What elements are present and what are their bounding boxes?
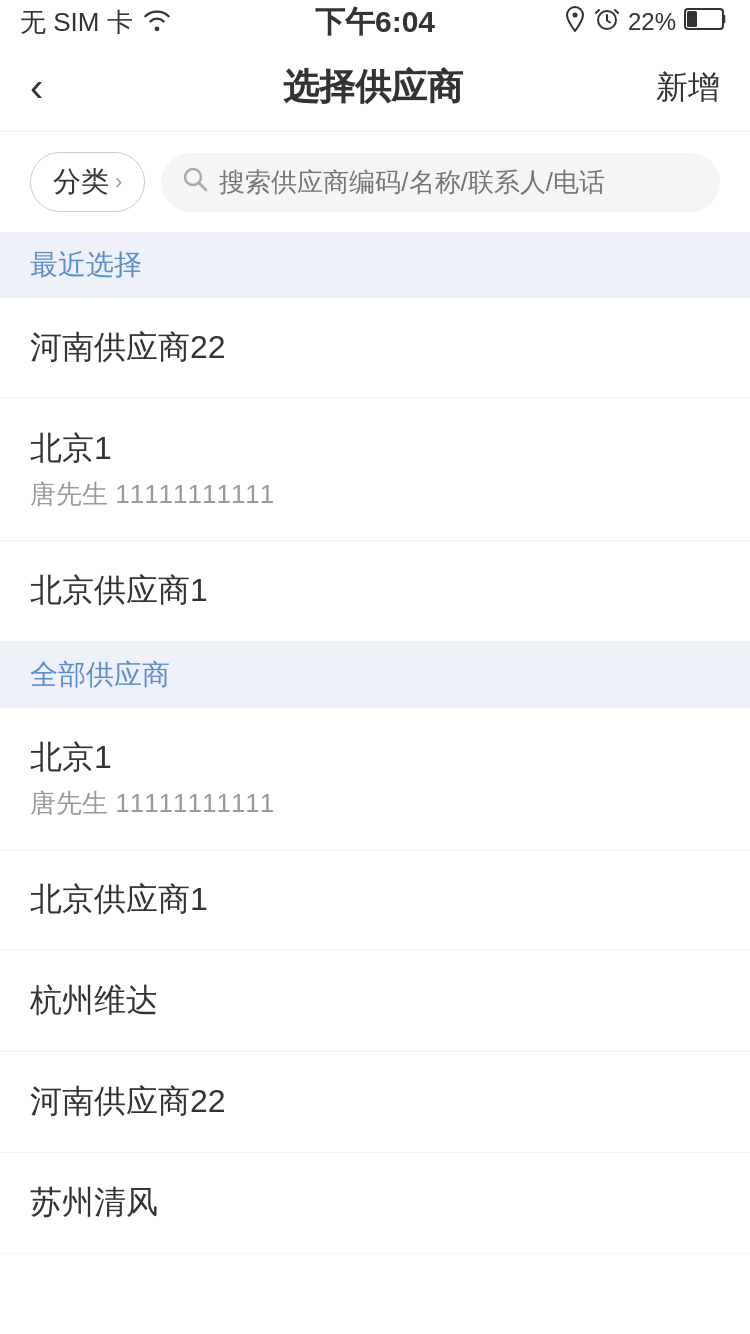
search-input[interactable] [219, 167, 700, 198]
battery-label: 22% [628, 8, 676, 36]
all-list-item[interactable]: 河南供应商22 [0, 1052, 750, 1153]
page-title: 选择供应商 [283, 63, 463, 112]
item-name: 杭州维达 [30, 979, 720, 1023]
filter-row: 分类 › [0, 132, 750, 232]
status-right: 22% [564, 6, 730, 38]
item-name: 河南供应商22 [30, 326, 720, 370]
all-section-header: 全部供应商 [0, 642, 750, 708]
all-section-label: 全部供应商 [30, 659, 170, 690]
add-button[interactable]: 新增 [656, 66, 720, 110]
nav-bar: ‹ 选择供应商 新增 [0, 44, 750, 132]
recent-list-item[interactable]: 北京供应商1 [0, 541, 750, 642]
carrier-label: 无 SIM 卡 [20, 5, 133, 40]
all-list-item[interactable]: 北京供应商1 [0, 850, 750, 951]
item-name: 北京供应商1 [30, 878, 720, 922]
item-name: 河南供应商22 [30, 1080, 720, 1124]
recent-list: 河南供应商22 北京1 唐先生 11111111111 北京供应商1 [0, 298, 750, 642]
category-label: 分类 [53, 163, 109, 201]
search-box [161, 153, 720, 212]
status-time: 下午6:04 [315, 2, 435, 43]
category-filter-button[interactable]: 分类 › [30, 152, 145, 212]
all-list: 北京1 唐先生 11111111111 北京供应商1 杭州维达河南供应商22 苏州清风 [0, 708, 750, 1254]
location-icon [564, 6, 586, 38]
recent-list-item[interactable]: 河南供应商22 [0, 298, 750, 399]
item-name: 苏州清风 [30, 1181, 720, 1225]
wifi-icon [143, 7, 171, 38]
item-name: 北京1 [30, 427, 720, 471]
svg-point-4 [185, 169, 201, 185]
alarm-icon [594, 6, 620, 38]
search-icon [181, 165, 209, 200]
chevron-right-icon: › [115, 169, 122, 195]
all-list-item[interactable]: 北京1 唐先生 11111111111 [0, 708, 750, 850]
status-bar: 无 SIM 卡 下午6:04 22% [0, 0, 750, 44]
item-sub: 唐先生 11111111111 [30, 786, 720, 821]
svg-point-0 [572, 13, 577, 18]
item-sub: 唐先生 11111111111 [30, 477, 720, 512]
item-name: 北京供应商1 [30, 569, 720, 613]
all-list-item[interactable]: 苏州清风 [0, 1153, 750, 1254]
recent-section-label: 最近选择 [30, 249, 142, 280]
svg-rect-3 [687, 11, 697, 27]
recent-section-header: 最近选择 [0, 232, 750, 298]
back-button[interactable]: ‹ [30, 65, 90, 110]
item-name: 北京1 [30, 736, 720, 780]
battery-icon [684, 7, 730, 37]
status-left: 无 SIM 卡 [20, 5, 171, 40]
all-list-item[interactable]: 杭州维达 [0, 951, 750, 1052]
recent-list-item[interactable]: 北京1 唐先生 11111111111 [0, 399, 750, 541]
